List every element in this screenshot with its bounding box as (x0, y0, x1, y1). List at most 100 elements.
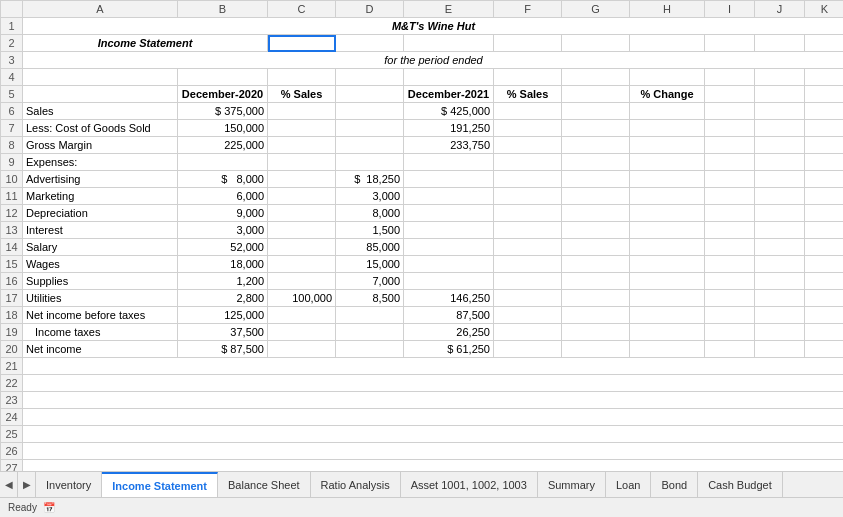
cell-i19[interactable] (705, 324, 755, 341)
cell-f5-pct[interactable]: % Sales (494, 86, 562, 103)
cell-g15[interactable] (562, 256, 630, 273)
cell-i13[interactable] (705, 222, 755, 239)
cell-d10[interactable]: $ 18,250 (336, 171, 404, 188)
col-header-a[interactable]: A (23, 1, 178, 18)
cell-h12[interactable] (630, 205, 705, 222)
cell-a13[interactable]: Interest (23, 222, 178, 239)
cell-i2[interactable] (705, 35, 755, 52)
col-header-g[interactable]: G (562, 1, 630, 18)
cell-f20[interactable] (494, 341, 562, 358)
cell-i10[interactable] (705, 171, 755, 188)
cell-a24[interactable] (23, 409, 844, 426)
cell-k6[interactable] (805, 103, 844, 120)
tab-ratio-analysis[interactable]: Ratio Analysis (311, 472, 401, 497)
cell-h15[interactable] (630, 256, 705, 273)
cell-h4[interactable] (630, 69, 705, 86)
cell-g14[interactable] (562, 239, 630, 256)
cell-e17[interactable]: 146,250 (404, 290, 494, 307)
cell-f2[interactable] (494, 35, 562, 52)
cell-j10[interactable] (755, 171, 805, 188)
cell-a8-gross-margin[interactable]: Gross Margin (23, 137, 178, 154)
cell-b17[interactable]: 2,800 (178, 290, 268, 307)
col-header-k[interactable]: K (805, 1, 844, 18)
cell-f8[interactable] (494, 137, 562, 154)
cell-e18[interactable]: 87,500 (404, 307, 494, 324)
cell-d16[interactable]: 7,000 (336, 273, 404, 290)
cell-a22[interactable] (23, 375, 844, 392)
cell-a10[interactable]: Advertising (23, 171, 178, 188)
cell-k2[interactable] (805, 35, 844, 52)
cell-h17[interactable] (630, 290, 705, 307)
cell-h14[interactable] (630, 239, 705, 256)
cell-i20[interactable] (705, 341, 755, 358)
cell-k5[interactable] (805, 86, 844, 103)
tab-loan[interactable]: Loan (606, 472, 651, 497)
tab-income-statement[interactable]: Income Statement (102, 472, 218, 497)
cell-g17[interactable] (562, 290, 630, 307)
tab-inventory[interactable]: Inventory (36, 472, 102, 497)
cell-g12[interactable] (562, 205, 630, 222)
cell-h16[interactable] (630, 273, 705, 290)
cell-a26[interactable] (23, 443, 844, 460)
cell-j19[interactable] (755, 324, 805, 341)
cell-e5-dec2021[interactable]: December-2021 (404, 86, 494, 103)
tab-nav-next[interactable]: ▶ (18, 472, 36, 497)
cell-a25[interactable] (23, 426, 844, 443)
col-header-c[interactable]: C (268, 1, 336, 18)
cell-c13[interactable] (268, 222, 336, 239)
cell-h2[interactable] (630, 35, 705, 52)
cell-i8[interactable] (705, 137, 755, 154)
cell-d20[interactable] (336, 341, 404, 358)
cell-h6[interactable] (630, 103, 705, 120)
cell-k19[interactable] (805, 324, 844, 341)
cell-e19[interactable]: 26,250 (404, 324, 494, 341)
cell-f12[interactable] (494, 205, 562, 222)
cell-g9[interactable] (562, 154, 630, 171)
cell-h7[interactable] (630, 120, 705, 137)
cell-h11[interactable] (630, 188, 705, 205)
tab-bond[interactable]: Bond (651, 472, 698, 497)
cell-i6[interactable] (705, 103, 755, 120)
cell-i4[interactable] (705, 69, 755, 86)
cell-f16[interactable] (494, 273, 562, 290)
cell-g20[interactable] (562, 341, 630, 358)
cell-d7[interactable] (336, 120, 404, 137)
cell-k11[interactable] (805, 188, 844, 205)
cell-c2[interactable] (268, 35, 336, 52)
cell-f7[interactable] (494, 120, 562, 137)
cell-e2[interactable] (404, 35, 494, 52)
cell-b6[interactable]: $ 375,000 (178, 103, 268, 120)
cell-g7[interactable] (562, 120, 630, 137)
cell-j9[interactable] (755, 154, 805, 171)
tab-asset[interactable]: Asset 1001, 1002, 1003 (401, 472, 538, 497)
cell-d8[interactable] (336, 137, 404, 154)
cell-a23[interactable] (23, 392, 844, 409)
cell-d18[interactable] (336, 307, 404, 324)
cell-g18[interactable] (562, 307, 630, 324)
cell-d13[interactable]: 1,500 (336, 222, 404, 239)
cell-j13[interactable] (755, 222, 805, 239)
cell-a27[interactable] (23, 460, 844, 472)
cell-k12[interactable] (805, 205, 844, 222)
cell-d5[interactable] (336, 86, 404, 103)
cell-a4[interactable] (23, 69, 178, 86)
cell-a12[interactable]: Depreciation (23, 205, 178, 222)
cell-h20[interactable] (630, 341, 705, 358)
cell-k7[interactable] (805, 120, 844, 137)
cell-e7[interactable]: 191,250 (404, 120, 494, 137)
cell-k14[interactable] (805, 239, 844, 256)
cell-i14[interactable] (705, 239, 755, 256)
cell-f19[interactable] (494, 324, 562, 341)
cell-h13[interactable] (630, 222, 705, 239)
cell-e12[interactable] (404, 205, 494, 222)
cell-c14[interactable] (268, 239, 336, 256)
cell-e9[interactable] (404, 154, 494, 171)
cell-g11[interactable] (562, 188, 630, 205)
cell-f6[interactable] (494, 103, 562, 120)
cell-a17[interactable]: Utilities (23, 290, 178, 307)
cell-c4[interactable] (268, 69, 336, 86)
cell-k8[interactable] (805, 137, 844, 154)
cell-e14[interactable] (404, 239, 494, 256)
cell-j7[interactable] (755, 120, 805, 137)
cell-f17[interactable] (494, 290, 562, 307)
